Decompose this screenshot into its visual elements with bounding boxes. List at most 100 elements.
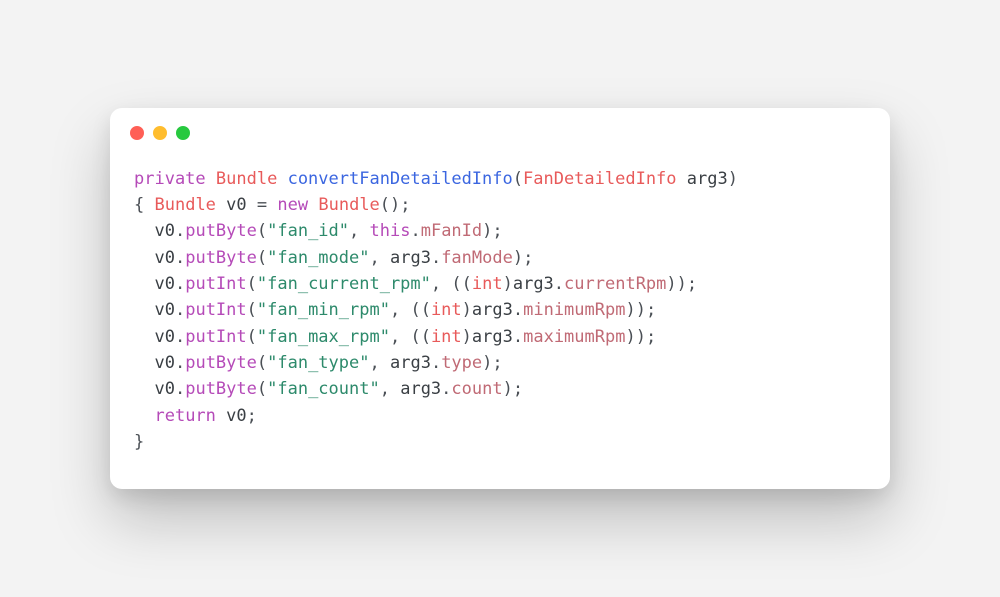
cast-open: (( [410,300,430,320]
keyword-return: return [154,406,215,426]
var-ref: v0 [154,327,174,347]
paren: ( [257,353,267,373]
code-block: private Bundle convertFanDetailedInfo(Fa… [110,148,890,490]
dot: . [175,327,185,347]
cast-type: int [431,300,462,320]
method-name: putByte [185,379,257,399]
maximize-icon[interactable] [176,126,190,140]
arg-ref: arg3 [472,327,513,347]
paren: ( [247,300,257,320]
arg-ref: arg3 [390,248,431,268]
dot: . [175,379,185,399]
close: ); [513,248,533,268]
paren: ( [247,274,257,294]
dot: . [175,300,185,320]
comma: , [369,248,379,268]
arg-ref: arg3 [472,300,513,320]
cast-type: int [472,274,503,294]
cast-close: ) [462,300,472,320]
param-type: FanDetailedInfo [523,169,677,189]
dot: . [441,379,451,399]
paren-open: ( [513,169,523,189]
close-icon[interactable] [130,126,144,140]
cast-close: ) [462,327,472,347]
string-literal: "fan_count" [267,379,380,399]
close: )); [625,327,656,347]
string-literal: "fan_current_rpm" [257,274,431,294]
ctor-parens: (); [380,195,411,215]
method-name: putByte [185,221,257,241]
cast-open: (( [410,327,430,347]
member-ref: count [451,379,502,399]
string-literal: "fan_max_rpm" [257,327,390,347]
close: ); [482,221,502,241]
dot: . [431,353,441,373]
var-ref: v0 [154,353,174,373]
close: ); [482,353,502,373]
method-name: putInt [185,327,246,347]
var-ref: v0 [154,274,174,294]
close: ); [503,379,523,399]
paren: ( [247,327,257,347]
keyword-new: new [277,195,308,215]
dot: . [410,221,420,241]
close: )); [625,300,656,320]
member-ref: currentRpm [564,274,666,294]
comma: , [349,221,359,241]
dot: . [513,300,523,320]
code-window: private Bundle convertFanDetailedInfo(Fa… [110,108,890,490]
paren: ( [257,221,267,241]
var-ref: v0 [154,300,174,320]
keyword-this: this [370,221,411,241]
cast-type: int [431,327,462,347]
dot: . [175,248,185,268]
comma: , [369,353,379,373]
string-literal: "fan_id" [267,221,349,241]
dot: . [175,274,185,294]
semicolon: ; [247,406,257,426]
ctor-name: Bundle [318,195,379,215]
minimize-icon[interactable] [153,126,167,140]
string-literal: "fan_type" [267,353,369,373]
cast-close: ) [503,274,513,294]
brace-open: { [134,195,144,215]
dot: . [431,248,441,268]
member-ref: maximumRpm [523,327,625,347]
cast-open: (( [451,274,471,294]
member-ref: fanMode [441,248,513,268]
var-type: Bundle [155,195,216,215]
dot: . [513,327,523,347]
arg-ref: arg3 [513,274,554,294]
method-name: putInt [185,274,246,294]
paren: ( [257,248,267,268]
var-ref: v0 [154,379,174,399]
paren: ( [257,379,267,399]
method-name: putByte [185,248,257,268]
string-literal: "fan_min_rpm" [257,300,390,320]
var-ref: v0 [154,248,174,268]
dot: . [175,221,185,241]
return-type: Bundle [216,169,277,189]
return-var: v0 [226,406,246,426]
equals: = [257,195,267,215]
arg-ref: arg3 [400,379,441,399]
brace-close: } [134,432,144,452]
comma: , [390,327,400,347]
keyword-private: private [134,169,206,189]
string-literal: "fan_mode" [267,248,369,268]
close: )); [666,274,697,294]
function-name: convertFanDetailedInfo [288,169,513,189]
window-titlebar [110,108,890,148]
comma: , [380,379,390,399]
member-ref: mFanId [421,221,482,241]
method-name: putInt [185,300,246,320]
arg-ref: arg3 [390,353,431,373]
member-ref: type [441,353,482,373]
method-name: putByte [185,353,257,373]
dot: . [554,274,564,294]
comma: , [390,300,400,320]
paren-close: ) [728,169,738,189]
param-name: arg3 [687,169,728,189]
member-ref: minimumRpm [523,300,625,320]
var-ref: v0 [154,221,174,241]
